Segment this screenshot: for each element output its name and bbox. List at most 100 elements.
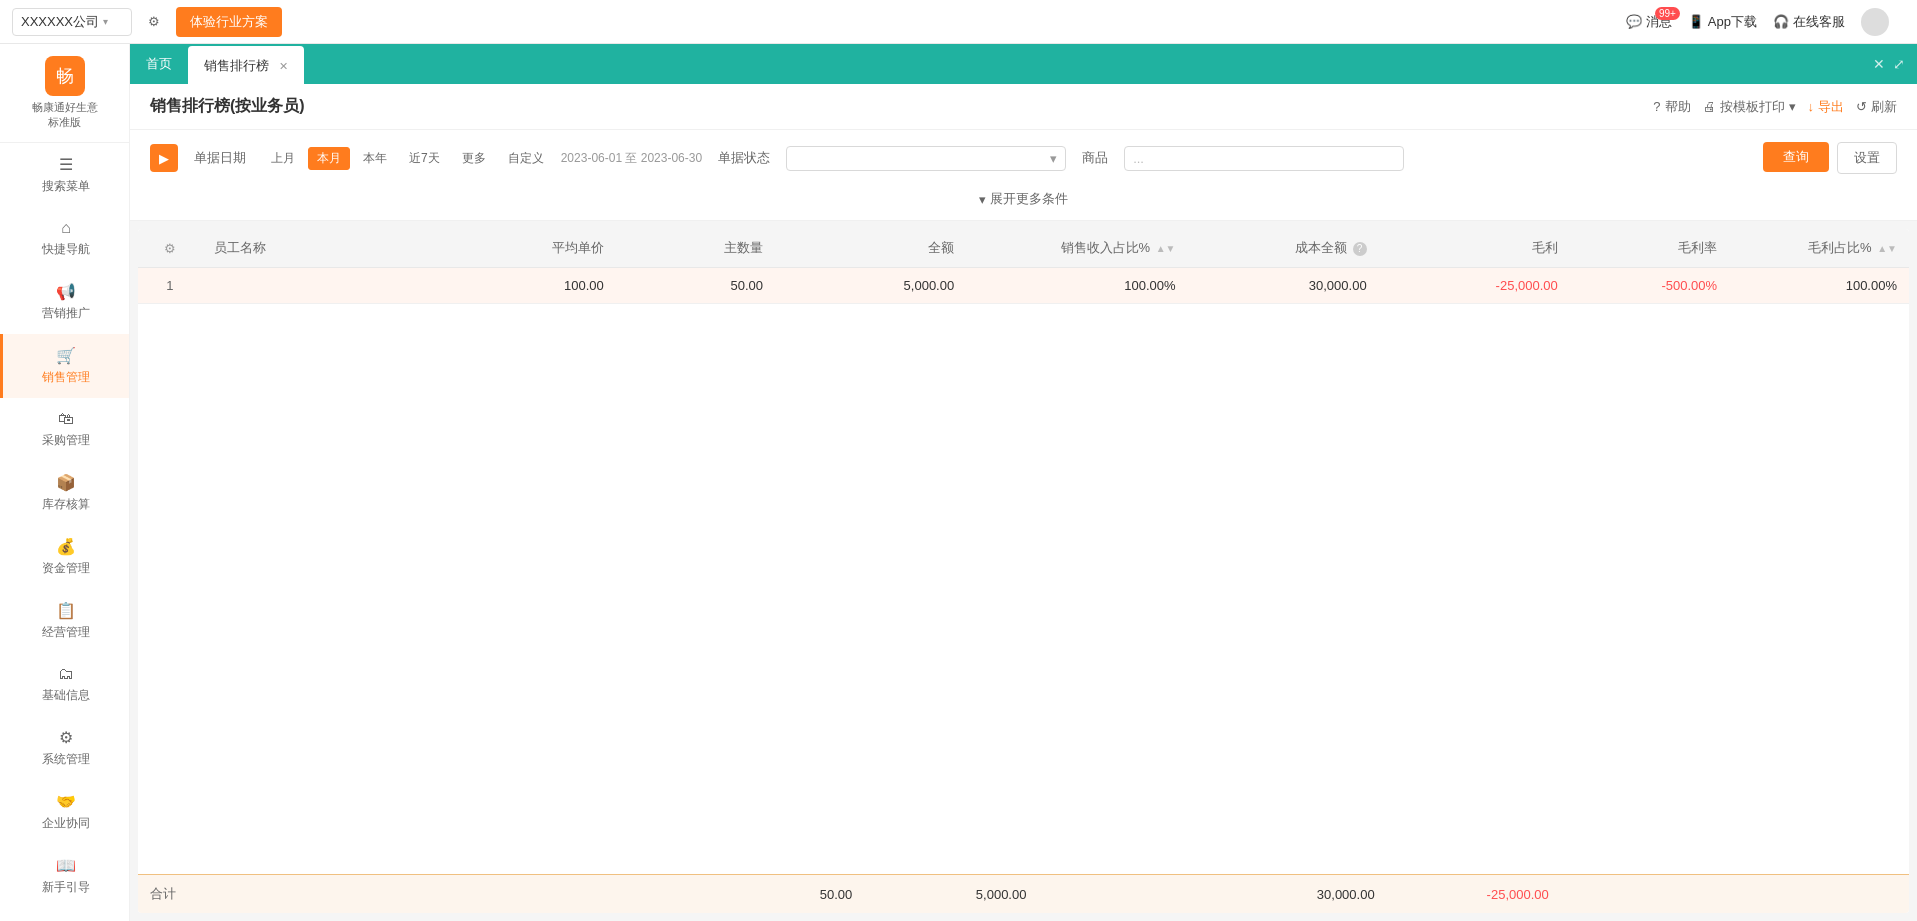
main-layout: 畅 畅康通好生意 标准版 ☰ 搜索菜单 ⌂ 快捷导航 📢 营销推广 🛒 销售管理… bbox=[0, 44, 1917, 921]
sidebar: 畅 畅康通好生意 标准版 ☰ 搜索菜单 ⌂ 快捷导航 📢 营销推广 🛒 销售管理… bbox=[0, 44, 130, 921]
table-body: 1 100.00 50.00 5,000.00 100.00% 30,000.0… bbox=[138, 268, 1909, 304]
th-profit-rate: 毛利率 bbox=[1570, 229, 1729, 268]
print-icon: 🖨 bbox=[1703, 99, 1716, 114]
refresh-button[interactable]: ↺ 刷新 bbox=[1856, 98, 1897, 116]
tab-bar-right: ✕ ⤢ bbox=[1873, 56, 1917, 72]
footer-label: 合计 bbox=[150, 885, 330, 903]
online-service-button[interactable]: 🎧 在线客服 bbox=[1773, 13, 1845, 31]
help-button[interactable]: ? 帮助 bbox=[1653, 98, 1690, 116]
sidebar-item-purchase[interactable]: 🛍 采购管理 bbox=[0, 398, 129, 461]
date-btn-last-month[interactable]: 上月 bbox=[262, 147, 304, 170]
company-selector[interactable]: XXXXXX公司 ▾ bbox=[12, 8, 132, 36]
sidebar-label-purchase: 采购管理 bbox=[42, 432, 90, 449]
th-avg-price: 平均单价 bbox=[457, 229, 616, 268]
settings-icon[interactable]: ⚙ bbox=[140, 8, 168, 36]
page-title: 销售排行榜(按业务员) bbox=[150, 96, 305, 117]
sidebar-item-basic-info[interactable]: 🗂 基础信息 bbox=[0, 653, 129, 716]
expand-more-button[interactable]: ▾ 展开更多条件 bbox=[979, 190, 1068, 208]
expand-more-label: 展开更多条件 bbox=[990, 190, 1068, 208]
tab-bar: 首页 销售排行榜 ✕ ✕ ⤢ bbox=[130, 44, 1917, 84]
logo-text-line1: 畅康通好生意 bbox=[32, 100, 98, 115]
sidebar-item-search-order[interactable]: ☰ 搜索菜单 bbox=[0, 143, 129, 207]
sidebar-item-app-center[interactable]: 📱 应用中心 bbox=[0, 908, 129, 921]
tab-sales-ranking[interactable]: 销售排行榜 ✕ bbox=[188, 46, 304, 86]
date-filter-label: 单据日期 bbox=[194, 149, 246, 167]
avatar[interactable] bbox=[1861, 8, 1889, 36]
refresh-label: 刷新 bbox=[1871, 98, 1897, 116]
date-btn-7days[interactable]: 近7天 bbox=[400, 147, 449, 170]
cell-sales-pct: 100.00% bbox=[966, 268, 1187, 304]
top-bar: XXXXXX公司 ▾ ⚙ 体验行业方案 💬 消息 99+ 📱 App下载 🎧 在… bbox=[0, 0, 1917, 44]
export-button[interactable]: ↓ 导出 bbox=[1808, 98, 1845, 116]
sidebar-item-quick-nav[interactable]: ⌂ 快捷导航 bbox=[0, 207, 129, 270]
cell-profit-pct: 100.00% bbox=[1729, 268, 1909, 304]
profit-pct-sort-icon[interactable]: ▲▼ bbox=[1877, 243, 1897, 254]
company-name: XXXXXX公司 bbox=[21, 13, 99, 31]
footer-cost: 30,000.00 bbox=[1201, 887, 1375, 902]
sidebar-item-system[interactable]: ⚙ 系统管理 bbox=[0, 716, 129, 780]
page-content: 销售排行榜(按业务员) ? 帮助 🖨 按模板打印 ▾ ↓ 导出 bbox=[130, 84, 1917, 921]
sidebar-label-sales: 销售管理 bbox=[42, 369, 90, 386]
th-employee-name: 员工名称 bbox=[202, 229, 457, 268]
sidebar-item-enterprise-collab[interactable]: 🤝 企业协同 bbox=[0, 780, 129, 844]
th-settings[interactable]: ⚙ bbox=[138, 229, 202, 268]
operation-icon: 📋 bbox=[56, 601, 76, 620]
goods-input[interactable]: ... bbox=[1124, 146, 1404, 171]
app-download-label: App下载 bbox=[1708, 13, 1757, 31]
logo-icon: 畅 bbox=[45, 56, 85, 96]
tab-close-all-icon[interactable]: ✕ bbox=[1873, 56, 1885, 72]
footer-profit-rate bbox=[1549, 887, 1723, 902]
top-right-area: 💬 消息 99+ 📱 App下载 🎧 在线客服 bbox=[1626, 8, 1905, 36]
tab-sales-ranking-label: 销售排行榜 bbox=[204, 57, 269, 75]
sidebar-item-inventory[interactable]: 📦 库存核算 bbox=[0, 461, 129, 525]
th-amount: 全额 bbox=[775, 229, 966, 268]
tab-home[interactable]: 首页 bbox=[130, 44, 188, 84]
sidebar-item-sales[interactable]: 🛒 销售管理 bbox=[0, 334, 129, 398]
content-area: 首页 销售排行榜 ✕ ✕ ⤢ 销售排行榜(按业务员) ? 帮助 bbox=[130, 44, 1917, 921]
message-badge: 99+ bbox=[1655, 7, 1680, 20]
sidebar-item-beginner[interactable]: 📖 新手引导 bbox=[0, 844, 129, 908]
query-button[interactable]: 查询 bbox=[1763, 142, 1829, 172]
footer-profit-pct bbox=[1723, 887, 1897, 902]
footer-qty: 50.00 bbox=[678, 887, 852, 902]
filter-toggle-btn[interactable]: ▶ bbox=[150, 144, 178, 172]
logo-text-line2: 标准版 bbox=[48, 115, 81, 130]
beginner-icon: 📖 bbox=[56, 856, 76, 875]
trial-button[interactable]: 体验行业方案 bbox=[176, 7, 282, 37]
tab-expand-icon[interactable]: ⤢ bbox=[1893, 56, 1905, 72]
sidebar-item-marketing[interactable]: 📢 营销推广 bbox=[0, 270, 129, 334]
purchase-icon: 🛍 bbox=[58, 410, 74, 428]
th-profit: 毛利 bbox=[1379, 229, 1570, 268]
date-range-display: 2023-06-01 至 2023-06-30 bbox=[561, 150, 702, 167]
app-download-button[interactable]: 📱 App下载 bbox=[1688, 13, 1757, 31]
tab-close-icon[interactable]: ✕ bbox=[279, 60, 288, 73]
message-icon: 💬 bbox=[1626, 14, 1642, 29]
sidebar-item-finance[interactable]: 💰 资金管理 bbox=[0, 525, 129, 589]
date-btn-this-year[interactable]: 本年 bbox=[354, 147, 396, 170]
sales-icon: 🛒 bbox=[56, 346, 76, 365]
date-btn-this-month[interactable]: 本月 bbox=[308, 147, 350, 170]
cell-profit: -25,000.00 bbox=[1379, 268, 1570, 304]
set-button[interactable]: 设置 bbox=[1837, 142, 1897, 174]
print-button[interactable]: 🖨 按模板打印 ▾ bbox=[1703, 98, 1796, 116]
sales-pct-sort-icon[interactable]: ▲▼ bbox=[1156, 243, 1176, 254]
sidebar-item-operation[interactable]: 📋 经营管理 bbox=[0, 589, 129, 653]
status-select[interactable]: ▾ bbox=[786, 146, 1066, 171]
refresh-icon: ↺ bbox=[1856, 99, 1867, 114]
app-icon: 📱 bbox=[1688, 14, 1704, 29]
sidebar-label-quicknav: 快捷导航 bbox=[42, 241, 90, 258]
date-btn-custom[interactable]: 自定义 bbox=[499, 147, 553, 170]
data-table: ⚙ 员工名称 平均单价 主数量 全额 销售收入占比% ▲▼ 成 bbox=[138, 229, 1909, 304]
footer-amount: 5,000.00 bbox=[852, 887, 1026, 902]
cell-amount: 5,000.00 bbox=[775, 268, 966, 304]
system-icon: ⚙ bbox=[59, 728, 73, 747]
page-header: 销售排行榜(按业务员) ? 帮助 🖨 按模板打印 ▾ ↓ 导出 bbox=[130, 84, 1917, 130]
sidebar-label-inventory: 库存核算 bbox=[42, 496, 90, 513]
message-button[interactable]: 💬 消息 99+ bbox=[1626, 13, 1672, 31]
cost-help-icon[interactable]: ? bbox=[1353, 242, 1367, 256]
sidebar-label-basic: 基础信息 bbox=[42, 687, 90, 704]
footer-cells: 50.00 5,000.00 30,000.00 -25,000.00 bbox=[330, 887, 1897, 902]
date-btn-more[interactable]: 更多 bbox=[453, 147, 495, 170]
status-filter-label: 单据状态 bbox=[718, 149, 770, 167]
filter-actions: 查询 设置 bbox=[1763, 142, 1897, 174]
